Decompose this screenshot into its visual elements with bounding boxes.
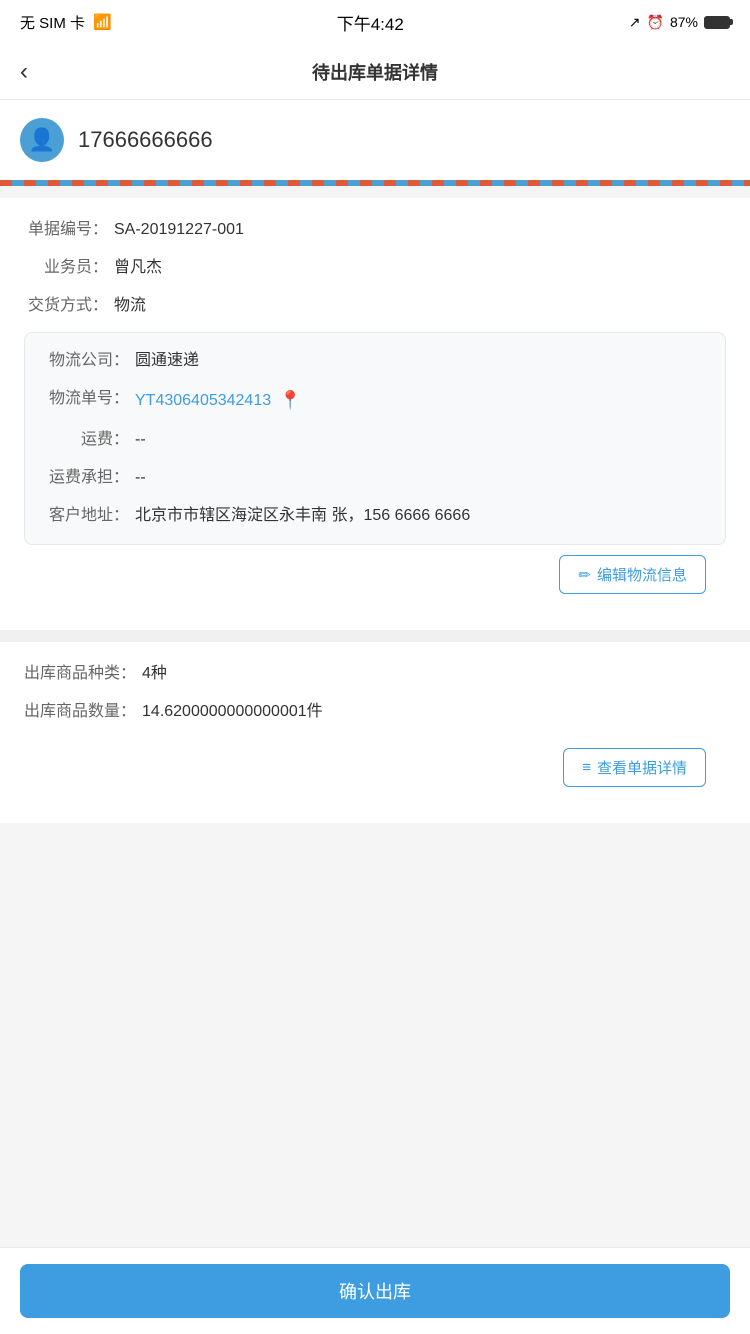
nav-bar: ‹ 待出库单据详情: [0, 44, 750, 100]
order-no-row: 单据编号： SA-20191227-001: [24, 218, 726, 242]
freight-bearer-value: --: [135, 466, 705, 490]
logistics-company-label: 物流公司：: [45, 349, 135, 373]
staff-row: 业务员： 曾凡杰: [24, 256, 726, 280]
back-button[interactable]: ‹: [20, 58, 28, 86]
confirm-outbound-button[interactable]: 确认出库: [20, 1264, 730, 1318]
edit-btn-container: ✏ 编辑物流信息: [24, 545, 726, 610]
staff-label: 业务员：: [24, 256, 114, 280]
status-bar: 无 SIM 卡 📶 下午4:42 ↗ ⏰ 87%: [0, 0, 750, 44]
freight-label: 运费：: [45, 428, 135, 452]
view-details-btn-container: ≡ 查看单据详情: [24, 738, 726, 803]
edit-icon: ✏: [578, 566, 591, 584]
status-right: ↗ ⏰ 87%: [629, 14, 730, 31]
logistics-company-row: 物流公司： 圆通速递: [45, 349, 705, 373]
logistics-company-value: 圆通速递: [135, 349, 705, 373]
customer-phone: 17666666666: [78, 127, 213, 153]
edit-logistics-label: 编辑物流信息: [597, 564, 687, 585]
view-details-icon: ≡: [582, 759, 591, 776]
alarm-icon: ⏰: [647, 14, 664, 31]
status-left: 无 SIM 卡 📶: [20, 12, 112, 33]
goods-quantity-value: 14.6200000000000001件: [142, 700, 726, 724]
customer-header: 👤 17666666666: [0, 100, 750, 180]
delivery-value: 物流: [114, 294, 726, 318]
section-divider: [0, 630, 750, 642]
avatar: 👤: [20, 118, 64, 162]
freight-row: 运费： --: [45, 428, 705, 452]
freight-bearer-row: 运费承担： --: [45, 466, 705, 490]
goods-type-label: 出库商品种类：: [24, 662, 142, 686]
delivery-label: 交货方式：: [24, 294, 114, 318]
address-label: 客户地址：: [45, 504, 135, 528]
order-no-label: 单据编号：: [24, 218, 114, 242]
carrier-text: 无 SIM 卡: [20, 12, 85, 33]
edit-logistics-button[interactable]: ✏ 编辑物流信息: [559, 555, 706, 594]
confirm-btn-label: 确认出库: [339, 1278, 411, 1304]
tracking-no-text: YT43064053424​13: [135, 389, 271, 413]
address-row: 客户地址： 北京市市辖区海淀区永丰南 张，156 6666 6666: [45, 504, 705, 528]
battery-percent: 87%: [670, 14, 698, 30]
page-wrapper: 无 SIM 卡 📶 下午4:42 ↗ ⏰ 87% ‹ 待出库单据详情 👤 176…: [0, 0, 750, 1334]
freight-value: --: [135, 428, 705, 452]
wifi-icon: 📶: [93, 13, 112, 31]
tracking-no-value: YT43064053424​13 📍: [135, 387, 705, 414]
status-time: 下午4:42: [337, 10, 404, 35]
battery-icon: [704, 16, 730, 29]
goods-type-value: 4种: [142, 662, 726, 686]
location-icon: ↗: [629, 14, 641, 31]
view-details-button[interactable]: ≡ 查看单据详情: [563, 748, 706, 787]
freight-bearer-label: 运费承担：: [45, 466, 135, 490]
tracking-no-row: 物流单号： YT43064053424​13 📍: [45, 387, 705, 414]
confirm-btn-container: 确认出库: [0, 1247, 750, 1334]
page-title: 待出库单据详情: [312, 59, 438, 85]
dashed-divider: [0, 180, 750, 186]
delivery-row: 交货方式： 物流: [24, 294, 726, 318]
goods-quantity-label: 出库商品数量：: [24, 700, 142, 724]
address-value: 北京市市辖区海淀区永丰南 张，156 6666 6666: [135, 504, 705, 528]
goods-type-row: 出库商品种类： 4种: [24, 662, 726, 686]
goods-section: 出库商品种类： 4种 出库商品数量： 14.6200000000000001件 …: [0, 642, 750, 823]
staff-value: 曾凡杰: [114, 256, 726, 280]
location-pin-icon[interactable]: 📍: [279, 387, 301, 414]
view-details-label: 查看单据详情: [597, 757, 687, 778]
bottom-spacer: [0, 823, 750, 1244]
logistics-card: 物流公司： 圆通速递 物流单号： YT43064053424​13 📍 运费： …: [24, 332, 726, 545]
order-no-value: SA-20191227-001: [114, 218, 726, 242]
order-info-section: 单据编号： SA-20191227-001 业务员： 曾凡杰 交货方式： 物流 …: [0, 198, 750, 630]
avatar-icon: 👤: [28, 127, 55, 153]
goods-quantity-row: 出库商品数量： 14.6200000000000001件: [24, 700, 726, 724]
tracking-no-label: 物流单号：: [45, 387, 135, 411]
